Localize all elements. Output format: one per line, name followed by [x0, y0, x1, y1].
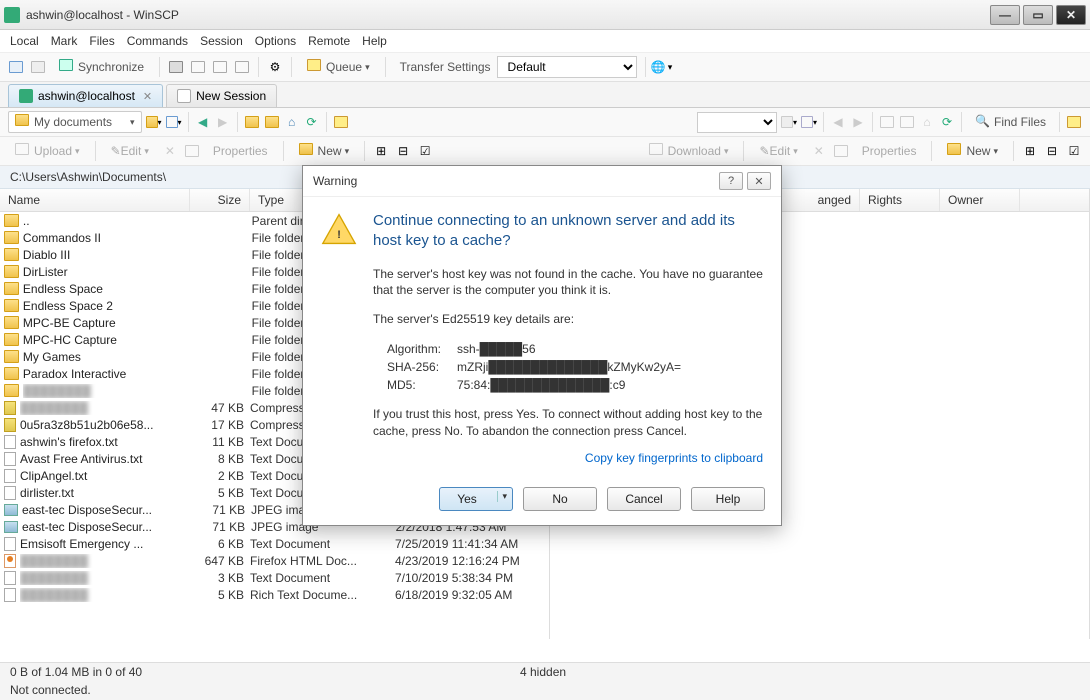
alg-label: Algorithm:: [387, 340, 457, 358]
cancel-button[interactable]: Cancel: [607, 487, 681, 511]
dialog-overlay: Warning ? ✕ ! Continue connecting to an …: [0, 0, 1090, 700]
help-button[interactable]: Help: [691, 487, 765, 511]
dialog-msg1: The server's host key was not found in t…: [373, 266, 763, 300]
yes-button[interactable]: Yes: [439, 487, 513, 511]
warning-dialog: Warning ? ✕ ! Continue connecting to an …: [302, 165, 782, 526]
dialog-help-button[interactable]: ?: [719, 172, 743, 190]
no-button[interactable]: No: [523, 487, 597, 511]
copy-fingerprints-link[interactable]: Copy key fingerprints to clipboard: [373, 451, 763, 465]
dialog-heading: Continue connecting to an unknown server…: [373, 211, 763, 252]
md5-value: 75:84:██████████████:c9: [457, 376, 625, 394]
sha-value: mZRji██████████████kZMyKw2yA=: [457, 358, 681, 376]
dialog-msg3: If you trust this host, press Yes. To co…: [373, 406, 763, 440]
md5-label: MD5:: [387, 376, 457, 394]
alg-value: ssh-█████56: [457, 340, 536, 358]
warning-icon: !: [321, 211, 357, 247]
svg-text:!: !: [337, 229, 341, 241]
dialog-title: Warning: [313, 174, 715, 188]
sha-label: SHA-256:: [387, 358, 457, 376]
dialog-close-button[interactable]: ✕: [747, 172, 771, 190]
dialog-msg2: The server's Ed25519 key details are:: [373, 311, 763, 328]
dialog-buttons: Yes No Cancel Help: [303, 479, 781, 525]
dialog-titlebar: Warning ? ✕: [303, 166, 781, 197]
key-details: Algorithm:ssh-█████56 SHA-256:mZRji█████…: [387, 340, 763, 394]
